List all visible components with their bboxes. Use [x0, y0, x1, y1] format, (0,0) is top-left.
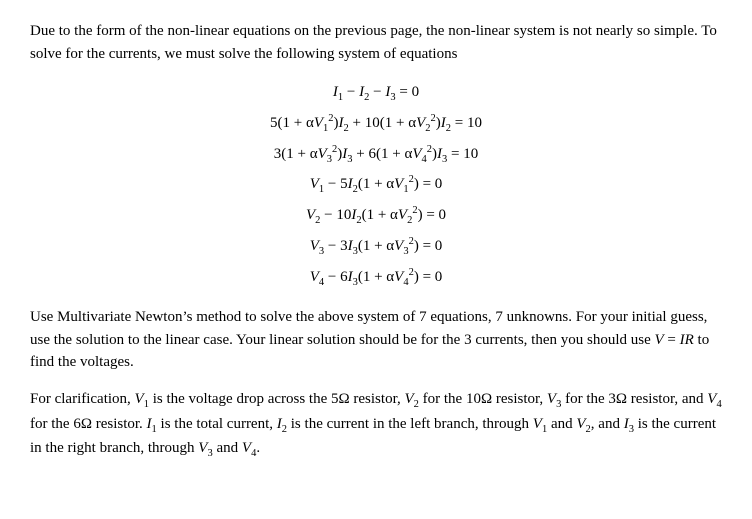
content-block: Due to the form of the non-linear equati…: [30, 20, 722, 462]
equation-5: V2 − 10I2(1 + αV22) = 0: [30, 203, 722, 229]
equation-6: V3 − 3I3(1 + αV32) = 0: [30, 234, 722, 260]
equation-7: V4 − 6I3(1 + αV42) = 0: [30, 265, 722, 291]
intro-paragraph: Due to the form of the non-linear equati…: [30, 20, 722, 65]
method-paragraph: Use Multivariate Newton’s method to solv…: [30, 306, 722, 374]
equation-1: I1 − I2 − I3 = 0: [30, 81, 722, 106]
equations-block: I1 − I2 − I3 = 0 5(1 + αV12)I2 + 10(1 + …: [30, 81, 722, 290]
equation-4: V1 − 5I2(1 + αV12) = 0: [30, 172, 722, 198]
equation-2: 5(1 + αV12)I2 + 10(1 + αV22)I2 = 10: [30, 111, 722, 137]
clarification-paragraph: For clarification, V1 is the voltage dro…: [30, 388, 722, 462]
equation-3: 3(1 + αV32)I3 + 6(1 + αV42)I3 = 10: [30, 142, 722, 168]
